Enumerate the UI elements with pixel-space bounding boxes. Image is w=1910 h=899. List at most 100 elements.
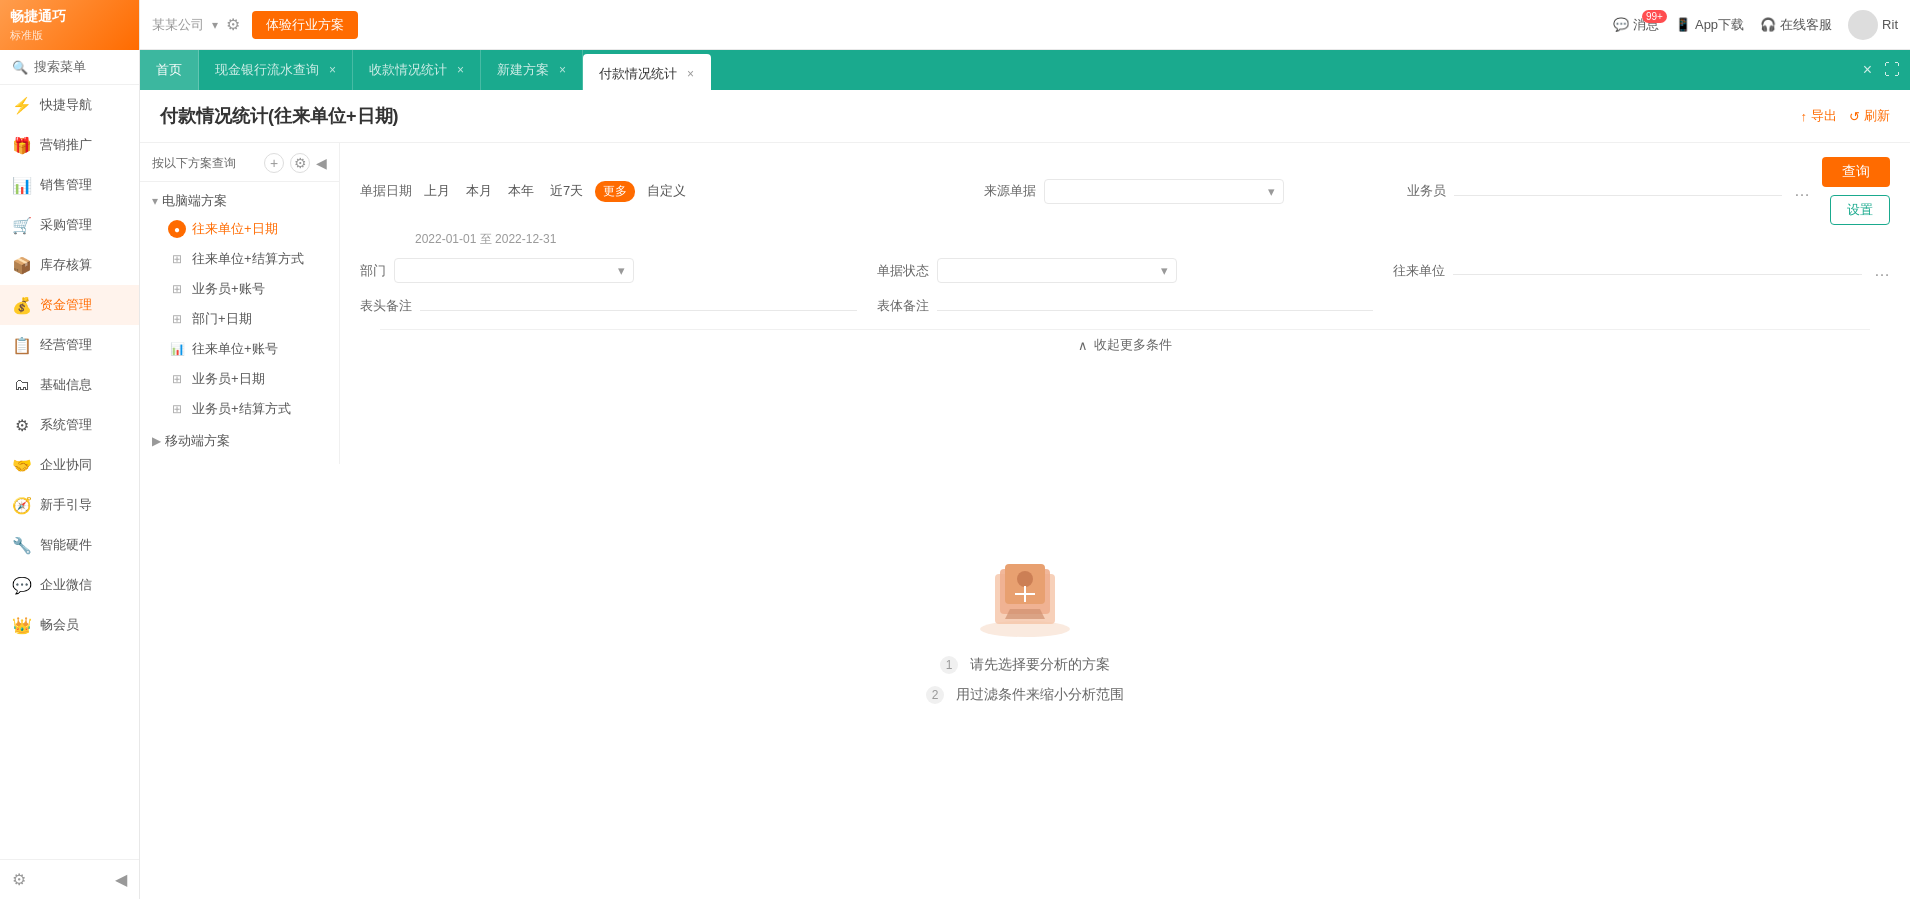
empty-icon xyxy=(965,544,1085,644)
scheme-item-staff-account[interactable]: ⊞ 业务员+账号 xyxy=(140,274,339,304)
sidebar-collapse-btn[interactable]: ◀ xyxy=(115,870,127,889)
filter-table-body-note: 表体备注 xyxy=(877,297,1374,315)
sidebar-item-corp[interactable]: 🤝 企业协同 xyxy=(0,445,139,485)
messages-badge: 99+ xyxy=(1642,10,1667,23)
staff-account-icon: ⊞ xyxy=(168,280,186,298)
avatar xyxy=(1848,10,1878,40)
sidebar-item-system[interactable]: ⚙ 系统管理 xyxy=(0,405,139,445)
system-icon: ⚙ xyxy=(12,415,32,435)
table-body-note-label: 表体备注 xyxy=(877,297,929,315)
staff-ellipsis[interactable]: … xyxy=(1794,182,1810,200)
customer-service-btn[interactable]: 🎧 在线客服 xyxy=(1760,16,1832,34)
svg-point-4 xyxy=(1017,571,1033,587)
date-opt-custom[interactable]: 自定义 xyxy=(643,180,690,202)
sidebar-item-quick-nav[interactable]: ⚡ 快捷导航 xyxy=(0,85,139,125)
sidebar-version: 标准版 xyxy=(10,28,66,43)
sidebar-item-finance[interactable]: 💰 资金管理 xyxy=(0,285,139,325)
tab-expand-btn[interactable]: ⛶ xyxy=(1884,61,1900,79)
sidebar-item-label: 快捷导航 xyxy=(40,96,92,114)
hint-num-1: 1 xyxy=(940,656,958,674)
empty-state: 1 请先选择要分析的方案 2 用过滤条件来缩小分析范围 xyxy=(140,464,1910,784)
partner-input[interactable] xyxy=(1453,266,1862,275)
tab-payment-stat[interactable]: 付款情况统计 × xyxy=(583,54,711,90)
sidebar-item-hardware[interactable]: 🔧 智能硬件 xyxy=(0,525,139,565)
sidebar-item-guide[interactable]: 🧭 新手引导 xyxy=(0,485,139,525)
inventory-icon: 📦 xyxy=(12,255,32,275)
sidebar-item-label: 智能硬件 xyxy=(40,536,92,554)
tab-bank-flow[interactable]: 现金银行流水查询 × xyxy=(199,50,353,90)
sidebar-item-inventory[interactable]: 📦 库存核算 xyxy=(0,245,139,285)
sidebar-item-wechat[interactable]: 💬 企业微信 xyxy=(0,565,139,605)
app-download-btn[interactable]: 📱 App下载 xyxy=(1675,16,1744,34)
sidebar-item-marketing[interactable]: 🎁 营销推广 xyxy=(0,125,139,165)
date-opt-last-7-days[interactable]: 近7天 xyxy=(546,180,587,202)
add-scheme-btn[interactable]: + xyxy=(264,153,284,173)
user-avatar[interactable]: Rit xyxy=(1848,10,1898,40)
staff-input[interactable] xyxy=(1454,187,1782,196)
company-dropdown-icon[interactable]: ▾ xyxy=(212,18,218,32)
partner-settle-icon: ⊞ xyxy=(168,250,186,268)
service-icon: 🎧 xyxy=(1760,17,1776,32)
tab-income-stat-close[interactable]: × xyxy=(457,63,464,77)
sidebar-item-basic[interactable]: 🗂 基础信息 xyxy=(0,365,139,405)
scheme-settings-btn[interactable]: ⚙ xyxy=(290,153,310,173)
filter-row-3: 表头备注 表体备注 xyxy=(360,297,1890,315)
collapse-filter-btn[interactable]: ∧ 收起更多条件 xyxy=(380,329,1870,360)
tab-home[interactable]: 首页 xyxy=(140,50,199,90)
tab-close-all-btn[interactable]: × xyxy=(1863,61,1872,79)
desktop-group-header[interactable]: ▾ 电脑端方案 xyxy=(140,188,339,214)
messages-btn[interactable]: 💬 消息 99+ xyxy=(1613,16,1659,34)
guide-icon: 🧭 xyxy=(12,495,32,515)
partner-date-icon: ● xyxy=(168,220,186,238)
collapse-scheme-btn[interactable]: ◀ xyxy=(316,155,327,171)
scheme-panel-controls: + ⚙ ◀ xyxy=(264,153,327,173)
export-btn[interactable]: ↑ 导出 xyxy=(1801,107,1838,125)
table-body-note-input[interactable] xyxy=(937,302,1374,311)
scheme-item-partner-date[interactable]: ● 往来单位+日期 xyxy=(140,214,339,244)
sidebar-item-operation[interactable]: 📋 经营管理 xyxy=(0,325,139,365)
partner-ellipsis[interactable]: … xyxy=(1874,262,1890,280)
scheme-item-partner-settle[interactable]: ⊞ 往来单位+结算方式 xyxy=(140,244,339,274)
sidebar-settings-btn[interactable]: ⚙ xyxy=(12,870,26,889)
scheme-panel-header: 按以下方案查询 + ⚙ ◀ xyxy=(140,153,339,182)
filter-date: 单据日期 上月 本月 本年 近7天 更多 自定义 xyxy=(360,180,964,202)
main-content: 某某公司 ▾ ⚙ 体验行业方案 💬 消息 99+ 📱 App下载 🎧 在线客服 xyxy=(140,0,1910,899)
filter-settings-btn[interactable]: 设置 xyxy=(1830,195,1890,225)
table-header-note-input[interactable] xyxy=(420,302,857,311)
query-btn[interactable]: 查询 xyxy=(1822,157,1890,187)
date-opt-more[interactable]: 更多 xyxy=(595,181,635,202)
purchase-icon: 🛒 xyxy=(12,215,32,235)
refresh-btn[interactable]: ↺ 刷新 xyxy=(1849,107,1890,125)
page-content: 付款情况统计(往来单位+日期) ↑ 导出 ↺ 刷新 xyxy=(140,90,1910,899)
tab-payment-stat-close[interactable]: × xyxy=(687,67,694,81)
date-opt-last-month[interactable]: 上月 xyxy=(420,180,454,202)
date-opt-this-year[interactable]: 本年 xyxy=(504,180,538,202)
topbar-settings-icon[interactable]: ⚙ xyxy=(226,15,240,34)
scheme-item-dept-date[interactable]: ⊞ 部门+日期 xyxy=(140,304,339,334)
sidebar-item-purchase[interactable]: 🛒 采购管理 xyxy=(0,205,139,245)
filter-row-1: 单据日期 上月 本月 本年 近7天 更多 自定义 xyxy=(360,157,1890,225)
mobile-group-collapse-icon: ▶ xyxy=(152,434,161,448)
tab-new-scheme-close[interactable]: × xyxy=(559,63,566,77)
sidebar-item-member[interactable]: 👑 畅会员 xyxy=(0,605,139,645)
date-opt-this-month[interactable]: 本月 xyxy=(462,180,496,202)
status-select[interactable]: ▾ xyxy=(937,258,1177,283)
dept-select[interactable]: ▾ xyxy=(394,258,634,283)
tab-bank-flow-close[interactable]: × xyxy=(329,63,336,77)
hint-text-1: 请先选择要分析的方案 xyxy=(970,656,1110,674)
scheme-item-staff-date[interactable]: ⊞ 业务员+日期 xyxy=(140,364,339,394)
trial-btn[interactable]: 体验行业方案 xyxy=(252,11,358,39)
date-range-text: 2022-01-01 至 2022-12-31 xyxy=(415,232,556,246)
mobile-group-header[interactable]: ▶ 移动端方案 xyxy=(140,428,339,454)
scheme-item-staff-settle[interactable]: ⊞ 业务员+结算方式 xyxy=(140,394,339,424)
sidebar-item-sales[interactable]: 📊 销售管理 xyxy=(0,165,139,205)
source-select[interactable]: ▾ xyxy=(1044,179,1284,204)
partner-account-icon: 📊 xyxy=(168,340,186,358)
scheme-item-partner-account[interactable]: 📊 往来单位+账号 xyxy=(140,334,339,364)
search-menu[interactable]: 🔍 搜索菜单 xyxy=(0,50,139,85)
tab-income-stat[interactable]: 收款情况统计 × xyxy=(353,50,481,90)
page-header: 付款情况统计(往来单位+日期) ↑ 导出 ↺ 刷新 xyxy=(140,90,1910,143)
tab-new-scheme[interactable]: 新建方案 × xyxy=(481,50,583,90)
filter-status: 单据状态 ▾ xyxy=(877,258,1374,283)
dept-label: 部门 xyxy=(360,262,386,280)
